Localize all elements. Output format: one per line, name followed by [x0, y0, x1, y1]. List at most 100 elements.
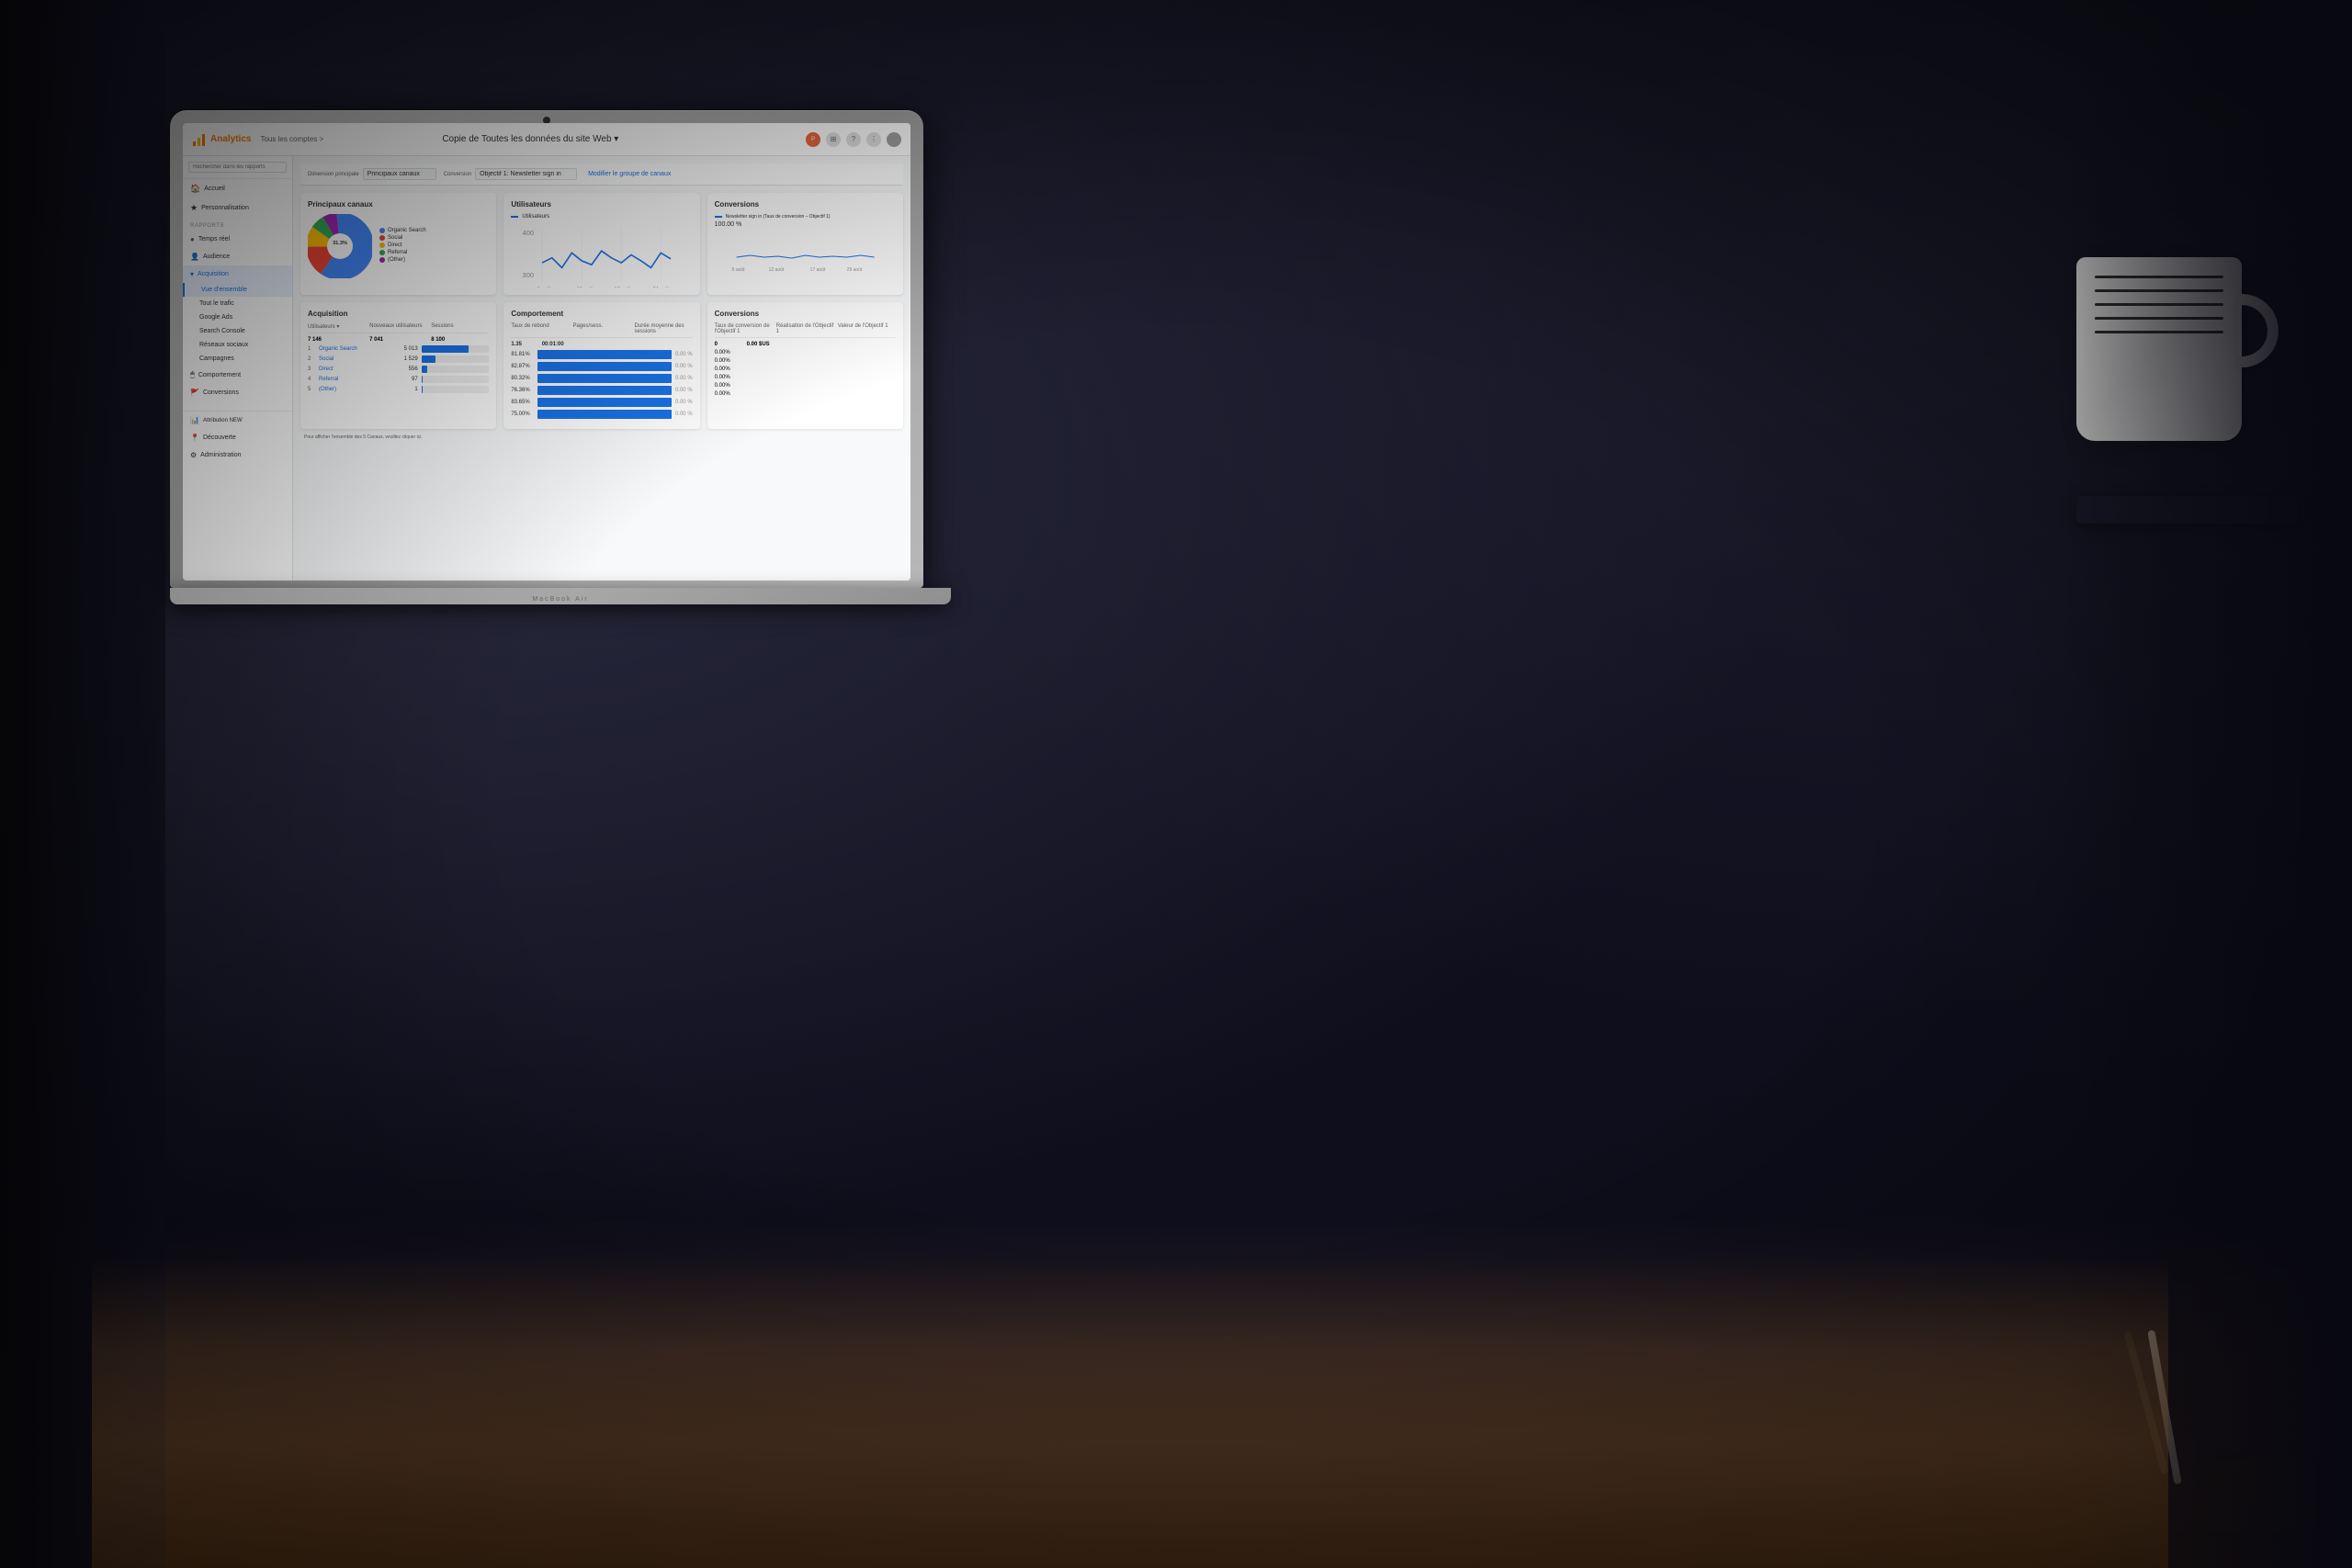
more-icon[interactable]: ⋮: [866, 132, 881, 147]
svg-text:31.3%: 31.3%: [333, 241, 347, 246]
grid-icon[interactable]: ⊞: [826, 132, 841, 147]
conversions-legend: Newsletter sign in (Taux de conversion –…: [726, 214, 831, 220]
sidebar-item-temps-reel[interactable]: ● Temps réel: [183, 231, 292, 248]
behavior-row: 76.36% 0.00 %: [511, 386, 692, 395]
search-input[interactable]: [188, 162, 287, 173]
legend-social: Social: [379, 235, 426, 241]
conversions-table-card: Conversions Taux de conversion de l'Obje…: [707, 302, 903, 429]
laptop-screen: Analytics Tous les comptes > Copie de To…: [183, 123, 910, 581]
svg-text:300: 300: [523, 271, 535, 279]
legend-organic: Organic Search: [379, 228, 426, 233]
table-row: 3 Direct 556: [308, 366, 489, 373]
conversion-label: Conversion: [444, 172, 471, 177]
svg-text:17 août: 17 août: [809, 267, 825, 273]
sidebar-item-audience[interactable]: 👤 Audience: [183, 248, 292, 265]
laptop: Analytics Tous les comptes > Copie de To…: [170, 110, 951, 604]
profile-icon[interactable]: P: [806, 132, 820, 147]
table-row: 4 Referral 97: [308, 376, 489, 383]
bottom-charts-grid: Acquisition Utilisateurs ▾ Nouveaux util…: [300, 302, 903, 429]
acquisition-table-header: Utilisateurs ▾ Nouveaux utilisateurs Ses…: [308, 323, 489, 333]
table-row: 0.00%: [715, 350, 896, 355]
gear-icon: ⚙: [190, 451, 197, 459]
svg-text:10 août: 10 août: [577, 287, 594, 288]
mouse-icon: 🖱: [190, 370, 195, 379]
sidebar-label-temps-reel: Temps réel: [198, 236, 230, 243]
sidebar-sub-campagnes[interactable]: Campagnes: [183, 352, 292, 366]
svg-text:400: 400: [523, 229, 535, 237]
conversion-filter: Conversion Objectif 1: Newsletter sign i…: [444, 168, 577, 180]
conversions-table-title: Conversions: [715, 310, 896, 318]
sidebar-item-comportement[interactable]: 🖱 Comportement: [183, 366, 292, 384]
conversions-table-header: Taux de conversion de l'Objectif 1 Réali…: [715, 323, 896, 338]
behavior-row: 81.81% 0.00 %: [511, 350, 692, 359]
sidebar-item-conversions[interactable]: 🚩 Conversions: [183, 384, 292, 401]
dimension-filter: Dimension principale Principaux canaux: [308, 168, 436, 180]
modify-channels-btn[interactable]: Modifier le groupe de canaux: [584, 169, 674, 179]
conversion-select[interactable]: Objectif 1: Newsletter sign in: [475, 168, 577, 180]
laptop-base: MacBook Air: [170, 588, 951, 604]
sidebar-item-attribution[interactable]: 📊 Attribution NEW: [183, 412, 292, 429]
analytics-logo-text: Analytics: [210, 134, 251, 144]
sidebar-sub-tout-trafic[interactable]: Tout le trafic: [183, 297, 292, 310]
sidebar-sub-google-ads[interactable]: Google Ads: [183, 310, 292, 324]
behavior-row: 75.00% 0.00 %: [511, 410, 692, 419]
table-row: 0.00%: [715, 358, 896, 364]
dimension-label: Dimension principale: [308, 172, 359, 177]
home-icon: 🏠: [190, 184, 200, 194]
sidebar-label-conversions: Conversions: [203, 389, 239, 396]
svg-text:24 août: 24 août: [653, 287, 670, 288]
behavior-row: 82.87% 0.00 %: [511, 362, 692, 371]
scene: Analytics Tous les comptes > Copie de To…: [0, 0, 2352, 1568]
sidebar-item-home[interactable]: 🏠 Accueil: [183, 179, 292, 198]
table-row: 0.00%: [715, 383, 896, 389]
sidebar-item-personnalisation[interactable]: ★ Personnalisation: [183, 198, 292, 218]
pie-legend: Organic Search Social: [379, 228, 426, 265]
analytics-logo-icon: [192, 132, 207, 147]
sidebar: 🏠 Accueil ★ Personnalisation RAPPORTS: [183, 156, 293, 581]
svg-text:5 août: 5 août: [731, 267, 745, 273]
table-row: 2 Social 1 529: [308, 355, 489, 363]
sidebar-sub-reseaux-sociaux[interactable]: Réseaux sociaux: [183, 338, 292, 352]
sidebar-sub-vue-ensemble[interactable]: Vue d'ensemble: [183, 283, 292, 297]
legend-other: (Other): [379, 257, 426, 263]
flag-icon: 🚩: [190, 389, 199, 397]
sidebar-item-acquisition[interactable]: ▾ Acquisition: [183, 265, 292, 283]
conversions-top-title: Conversions: [715, 200, 896, 209]
svg-text:17 août: 17 août: [615, 287, 631, 288]
conversions-chart: 5 août 12 août 17 août 29 août: [715, 230, 896, 285]
sidebar-item-administration[interactable]: ⚙ Administration: [183, 446, 292, 464]
header-actions: P ⊞ ? ⋮: [806, 132, 901, 147]
pie-chart-svg: 31.3%: [308, 214, 372, 278]
conversions-top-card: Conversions Newsletter sign in (Taux de …: [707, 193, 903, 295]
sidebar-search-area: [183, 156, 292, 179]
sidebar-sub-search-console[interactable]: Search Console: [183, 324, 292, 338]
table-row: 5 (Other) 1: [308, 386, 489, 393]
comportement-table-header: Taux de rebond Pages/sess. Durée moyenne…: [511, 323, 692, 338]
sidebar-item-decouverte[interactable]: 📍 Découverte: [183, 429, 292, 446]
comportement-table-card: Comportement Taux de rebond Pages/sess. …: [503, 302, 699, 429]
sidebar-label-acquisition: Acquisition: [198, 271, 229, 277]
svg-text:29 août: 29 août: [846, 267, 862, 273]
sidebar-label-audience: Audience: [203, 254, 230, 260]
acquisition-table-title: Acquisition: [308, 310, 489, 318]
table-row: 0.00%: [715, 367, 896, 372]
legend-referral: Referral: [379, 250, 426, 255]
dimension-select[interactable]: Principaux canaux: [363, 168, 436, 180]
location-icon: 📍: [190, 434, 199, 442]
clock-icon: ●: [190, 235, 195, 243]
top-charts-grid: Principaux canaux: [300, 193, 903, 295]
ga-logo: Analytics: [192, 132, 251, 147]
ga-header: Analytics Tous les comptes > Copie de To…: [183, 123, 910, 156]
expand-icon: ▾: [190, 270, 194, 278]
page-title: Copie de Toutes les données du site Web …: [442, 134, 806, 144]
help-icon[interactable]: ?: [846, 132, 861, 147]
laptop-brand: MacBook Air: [532, 596, 588, 603]
star-icon: ★: [190, 203, 198, 213]
footer-note: Pour afficher l'ensemble des 5 Canaux, v…: [300, 434, 903, 440]
behavior-row: 83.65% 0.00 %: [511, 398, 692, 407]
sidebar-label-perso: Personnalisation: [201, 205, 249, 211]
avatar-icon[interactable]: [887, 132, 901, 147]
table-row: 0.00%: [715, 375, 896, 380]
utilisateurs-title: Utilisateurs: [511, 200, 692, 209]
acquisition-table-card: Acquisition Utilisateurs ▾ Nouveaux util…: [300, 302, 496, 429]
